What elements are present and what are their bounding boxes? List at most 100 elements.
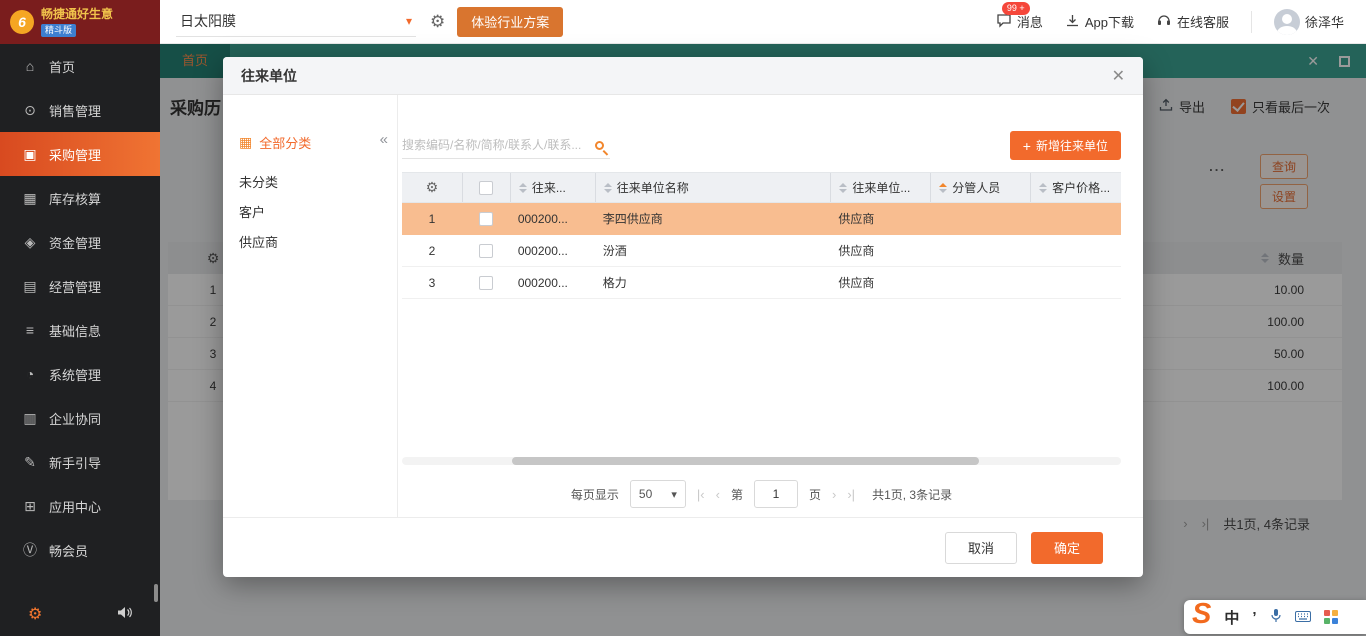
confirm-button[interactable]: 确定 <box>1031 531 1103 564</box>
message-count-badge: 99 + <box>1001 2 1030 15</box>
partner-row-selected[interactable]: 1 000200... 李四供应商 供应商 <box>402 203 1121 235</box>
modal-main: + 新增往来单位 ⚙ 往来... 往来单位名称 往来单位... 分管人员 客户价… <box>398 95 1143 517</box>
trial-solution-button[interactable]: 体验行业方案 <box>457 6 564 37</box>
logo-icon: 6 <box>10 9 34 34</box>
messages-button[interactable]: 99 + 消息 <box>996 2 1043 31</box>
category-all[interactable]: ▦ 全部分类 « <box>223 131 397 152</box>
mic-icon[interactable] <box>1270 608 1282 626</box>
row-price <box>1030 235 1121 266</box>
row-name: 李四供应商 <box>602 212 663 226</box>
sogou-logo-icon[interactable]: S <box>1192 600 1211 629</box>
sidebar-item-sales[interactable]: ⊙ 销售管理 <box>0 88 160 132</box>
category-item-supplier[interactable]: 供应商 <box>223 228 397 258</box>
ime-lang-indicator[interactable]: 中 <box>1224 607 1239 628</box>
ime-toolbox-icon[interactable] <box>1323 610 1338 624</box>
sort-icon <box>839 182 848 193</box>
row-checkbox[interactable] <box>478 243 493 258</box>
topbar-divider <box>1250 10 1252 33</box>
cancel-button[interactable]: 取消 <box>945 531 1017 564</box>
sidebar-item-appcenter[interactable]: ⊞ 应用中心 <box>0 484 160 528</box>
column-header-type[interactable]: 往来单位... <box>830 173 930 202</box>
prev-page-icon[interactable]: ‹ <box>716 487 720 502</box>
online-service-button[interactable]: 在线客服 <box>1156 12 1229 31</box>
sidebar-item-operation[interactable]: ▤ 经营管理 <box>0 264 160 308</box>
add-partner-button[interactable]: + 新增往来单位 <box>1009 131 1121 160</box>
sidebar-item-label: 经营管理 <box>49 279 102 295</box>
speaker-icon[interactable] <box>117 606 132 622</box>
keyboard-icon[interactable] <box>1294 610 1311 625</box>
partner-row[interactable]: 2 000200... 汾酒 供应商 <box>402 235 1121 267</box>
online-service-label: 在线客服 <box>1176 15 1229 30</box>
sidebar-item-inventory[interactable]: ▦ 库存核算 <box>0 176 160 220</box>
sidebar-item-funds[interactable]: ◈ 资金管理 <box>0 220 160 264</box>
baseinfo-icon: ≡ <box>25 322 35 338</box>
chevron-down-icon: ▾ <box>405 14 412 28</box>
sidebar-item-label: 应用中心 <box>49 499 102 515</box>
row-checkbox[interactable] <box>478 211 493 226</box>
row-name: 汾酒 <box>602 244 627 258</box>
page-suffix-label: 页 <box>808 487 821 502</box>
column-settings-gear-icon[interactable]: ⚙ <box>426 179 439 196</box>
sort-icon-active <box>939 182 948 193</box>
row-type: 供应商 <box>838 276 875 290</box>
search-input[interactable] <box>402 138 589 152</box>
sidebar-item-label: 首页 <box>49 59 76 75</box>
sidebar-scrollbar-thumb[interactable] <box>154 584 158 602</box>
sidebar-gear-icon[interactable]: ⚙ <box>28 604 42 624</box>
per-page-select[interactable]: 50 ▾ <box>629 480 686 508</box>
app-logo: 6 畅捷通好生意 精斗版 <box>0 0 160 44</box>
row-staff <box>930 235 1030 266</box>
sidebar-item-label: 基础信息 <box>49 323 102 339</box>
category-item-customer[interactable]: 客户 <box>223 198 397 228</box>
modal-title: 往来单位 <box>241 67 297 84</box>
row-type: 供应商 <box>838 244 875 258</box>
select-all-checkbox[interactable] <box>479 180 494 195</box>
appcenter-icon: ⊞ <box>24 497 36 514</box>
collapse-panel-icon[interactable]: « <box>380 131 388 148</box>
last-page-icon[interactable]: ›| <box>847 487 855 502</box>
logo-edition-badge: 精斗版 <box>41 23 77 37</box>
download-icon <box>1065 13 1080 31</box>
sales-icon: ⊙ <box>24 101 36 118</box>
app-download-button[interactable]: App下载 <box>1065 12 1134 31</box>
partner-picker-modal: 往来单位 ✕ ▦ 全部分类 « 未分类 客户 供应商 搜索编码/名称/简称/联系… <box>223 57 1143 577</box>
row-staff <box>930 203 1030 234</box>
row-code: 000200... <box>517 243 568 258</box>
column-label: 往来单位名称 <box>616 181 689 195</box>
column-header-price[interactable]: 客户价格... <box>1030 173 1121 202</box>
company-select[interactable]: 日太阳膜 ▾ <box>176 7 416 37</box>
sidebar-item-baseinfo[interactable]: ≡ 基础信息 <box>0 308 160 352</box>
sidebar-item-member[interactable]: Ⓥ 畅会员 <box>0 528 160 572</box>
first-page-icon[interactable]: |‹ <box>697 487 705 502</box>
row-checkbox[interactable] <box>478 275 493 290</box>
funds-icon: ◈ <box>24 233 36 250</box>
close-icon[interactable]: ✕ <box>1112 66 1125 86</box>
settings-gear-icon[interactable]: ⚙ <box>430 12 445 32</box>
sidebar-item-system[interactable]: ◔ 系统管理 <box>0 352 160 396</box>
category-item-unclassified[interactable]: 未分类 <box>223 168 397 198</box>
sidebar-item-guide[interactable]: ✎ 新手引导 <box>0 440 160 484</box>
horizontal-scrollbar-thumb[interactable] <box>512 457 979 465</box>
next-page-icon[interactable]: › <box>832 487 836 502</box>
sidebar-item-collab[interactable]: ▥ 企业协同 <box>0 396 160 440</box>
column-header-name[interactable]: 往来单位名称 <box>594 173 831 202</box>
row-type: 供应商 <box>838 212 875 226</box>
search-icon[interactable] <box>595 140 604 150</box>
sidebar-item-home[interactable]: ⌂ 首页 <box>0 44 160 88</box>
sidebar-item-purchase[interactable]: ▣ 采购管理 <box>0 132 160 176</box>
guide-icon: ✎ <box>24 453 36 470</box>
column-header-code[interactable]: 往来... <box>509 173 595 202</box>
member-icon: Ⓥ <box>23 542 37 558</box>
partner-row[interactable]: 3 000200... 格力 供应商 <box>402 267 1121 299</box>
user-menu[interactable]: 徐泽华 <box>1273 8 1344 35</box>
sidebar-item-label: 资金管理 <box>49 235 102 251</box>
column-header-staff[interactable]: 分管人员 <box>930 173 1030 202</box>
partner-table-header: ⚙ 往来... 往来单位名称 往来单位... 分管人员 客户价格... <box>402 172 1121 203</box>
sidebar-item-label: 采购管理 <box>49 147 102 163</box>
sidebar-item-label: 销售管理 <box>49 103 102 119</box>
page-number-input[interactable] <box>753 480 798 508</box>
ime-punctuation-icon[interactable]: ’ <box>1252 609 1256 626</box>
partner-table: ⚙ 往来... 往来单位名称 往来单位... 分管人员 客户价格... 1 00… <box>402 172 1121 299</box>
modal-header: 往来单位 ✕ <box>223 57 1143 95</box>
avatar <box>1273 8 1300 35</box>
